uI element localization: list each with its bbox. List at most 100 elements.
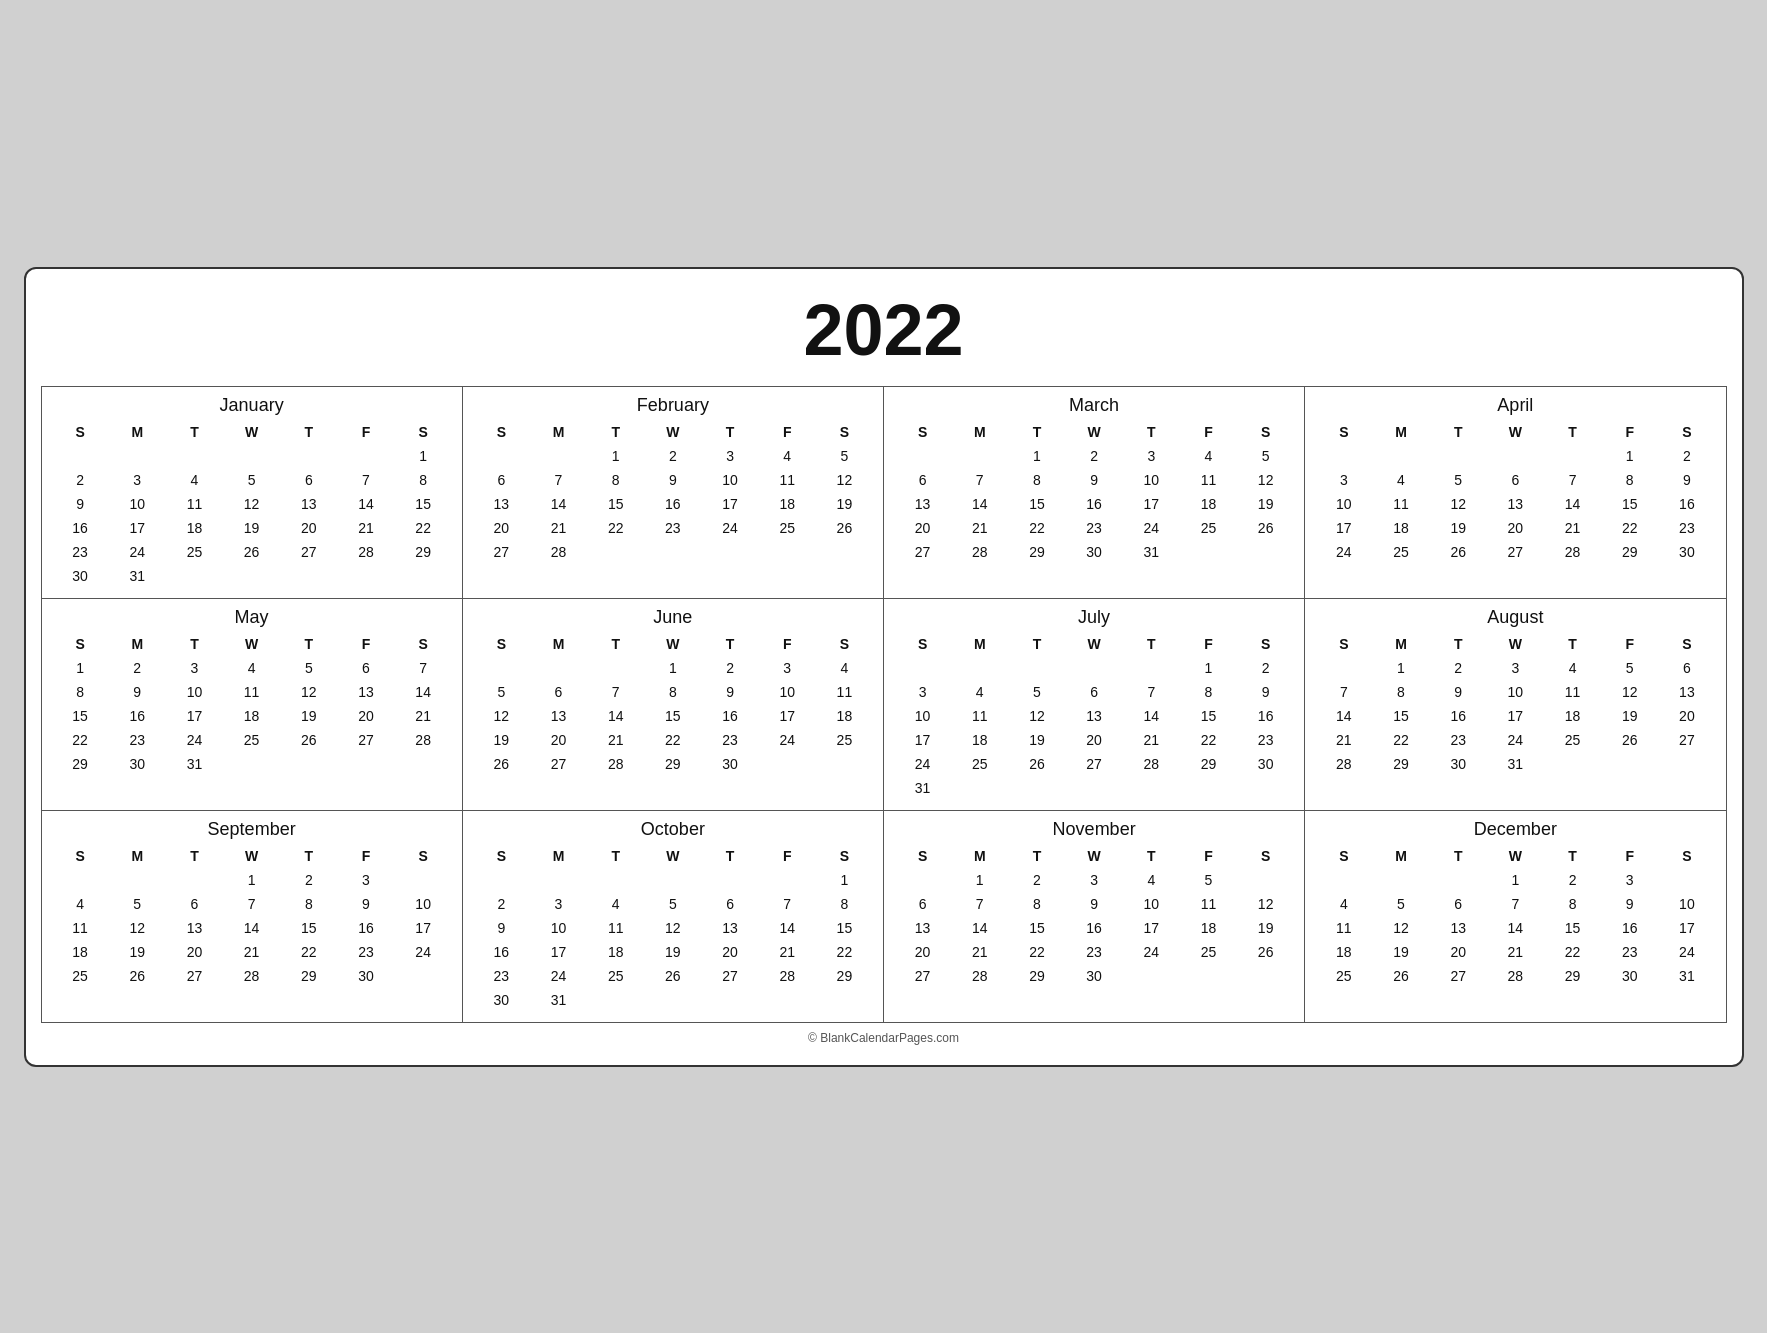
day-cell: 3 — [1487, 656, 1544, 680]
day-cell: 24 — [759, 728, 816, 752]
day-cell: 8 — [1008, 892, 1065, 916]
day-cell: 6 — [1066, 680, 1123, 704]
day-cell: 16 — [52, 516, 109, 540]
day-cell: 29 — [1008, 964, 1065, 988]
day-cell — [1008, 564, 1065, 572]
day-cell: 25 — [587, 964, 644, 988]
day-cell — [1544, 988, 1601, 996]
week-row: 28293031 — [1315, 752, 1715, 776]
day-cell: 8 — [1008, 468, 1065, 492]
day-header: T — [280, 844, 337, 868]
week-row: 20212223242526 — [473, 516, 873, 540]
week-row: 15161718192021 — [52, 704, 452, 728]
day-cell: 25 — [1544, 728, 1601, 752]
day-cell — [644, 776, 701, 784]
day-cell: 26 — [644, 964, 701, 988]
day-cell: 11 — [1372, 492, 1429, 516]
day-cell — [1315, 868, 1372, 892]
day-cell — [1123, 564, 1180, 572]
day-cell — [223, 776, 280, 784]
day-cell: 9 — [1601, 892, 1658, 916]
day-cell: 29 — [1601, 540, 1658, 564]
day-cell — [1237, 868, 1294, 892]
week-row: 12345 — [473, 444, 873, 468]
week-row: 24252627282930 — [894, 752, 1294, 776]
day-header: W — [1066, 420, 1123, 444]
day-cell: 26 — [1372, 964, 1429, 988]
day-header: S — [894, 420, 951, 444]
day-cell — [1123, 776, 1180, 800]
day-cell: 31 — [530, 988, 587, 1012]
week-row: 9101112131415 — [473, 916, 873, 940]
day-cell: 23 — [337, 940, 394, 964]
week-row — [52, 776, 452, 784]
day-cell — [1180, 964, 1237, 988]
day-cell: 29 — [280, 964, 337, 988]
day-header: S — [816, 632, 873, 656]
day-header: S — [816, 420, 873, 444]
day-header: F — [1180, 632, 1237, 656]
day-cell: 11 — [951, 704, 1008, 728]
day-header: M — [1372, 420, 1429, 444]
week-row: 10111213141516 — [894, 704, 1294, 728]
day-cell: 13 — [894, 492, 951, 516]
day-header: S — [52, 420, 109, 444]
day-header: F — [337, 844, 394, 868]
day-cell: 24 — [701, 516, 758, 540]
day-cell: 3 — [1123, 444, 1180, 468]
day-header: W — [1487, 632, 1544, 656]
day-cell: 2 — [1544, 868, 1601, 892]
day-cell: 7 — [395, 656, 452, 680]
day-header: F — [337, 420, 394, 444]
day-cell — [644, 988, 701, 1012]
week-row: 567891011 — [473, 680, 873, 704]
day-cell — [166, 444, 223, 468]
day-cell — [816, 540, 873, 564]
day-cell — [109, 776, 166, 784]
day-header: T — [1123, 420, 1180, 444]
day-cell: 10 — [1487, 680, 1544, 704]
day-cell: 14 — [1315, 704, 1372, 728]
day-cell: 31 — [894, 776, 951, 800]
day-cell — [701, 868, 758, 892]
day-cell: 13 — [1658, 680, 1715, 704]
month-name: January — [52, 395, 452, 416]
day-cell: 2 — [1008, 868, 1065, 892]
day-cell: 25 — [1180, 940, 1237, 964]
day-cell — [1430, 868, 1487, 892]
day-cell: 19 — [1237, 916, 1294, 940]
day-header: T — [166, 844, 223, 868]
day-header: T — [1008, 420, 1065, 444]
day-cell — [894, 564, 951, 572]
day-cell: 20 — [473, 516, 530, 540]
day-cell — [1008, 776, 1065, 800]
day-header: T — [587, 632, 644, 656]
day-cell: 2 — [1430, 656, 1487, 680]
day-cell: 21 — [759, 940, 816, 964]
day-cell: 29 — [52, 752, 109, 776]
day-cell: 27 — [166, 964, 223, 988]
footer: © BlankCalendarPages.com — [41, 1031, 1727, 1045]
day-cell — [395, 564, 452, 588]
day-cell: 26 — [1601, 728, 1658, 752]
day-cell: 6 — [530, 680, 587, 704]
day-cell: 27 — [1066, 752, 1123, 776]
day-cell — [894, 656, 951, 680]
day-cell: 10 — [1315, 492, 1372, 516]
week-row: 22232425262728 — [52, 728, 452, 752]
day-header: S — [1658, 420, 1715, 444]
day-cell: 6 — [166, 892, 223, 916]
day-cell — [530, 776, 587, 784]
day-cell: 22 — [280, 940, 337, 964]
week-row: 11121314151617 — [1315, 916, 1715, 940]
day-cell — [1123, 656, 1180, 680]
day-cell: 4 — [1372, 468, 1429, 492]
day-cell: 22 — [644, 728, 701, 752]
day-cell: 23 — [1066, 940, 1123, 964]
day-cell — [1430, 776, 1487, 784]
day-cell: 20 — [337, 704, 394, 728]
day-cell: 7 — [951, 468, 1008, 492]
day-cell: 26 — [816, 516, 873, 540]
month-cell-january: JanuarySMTWTFS12345678910111213141516171… — [42, 387, 463, 599]
day-cell — [1123, 964, 1180, 988]
